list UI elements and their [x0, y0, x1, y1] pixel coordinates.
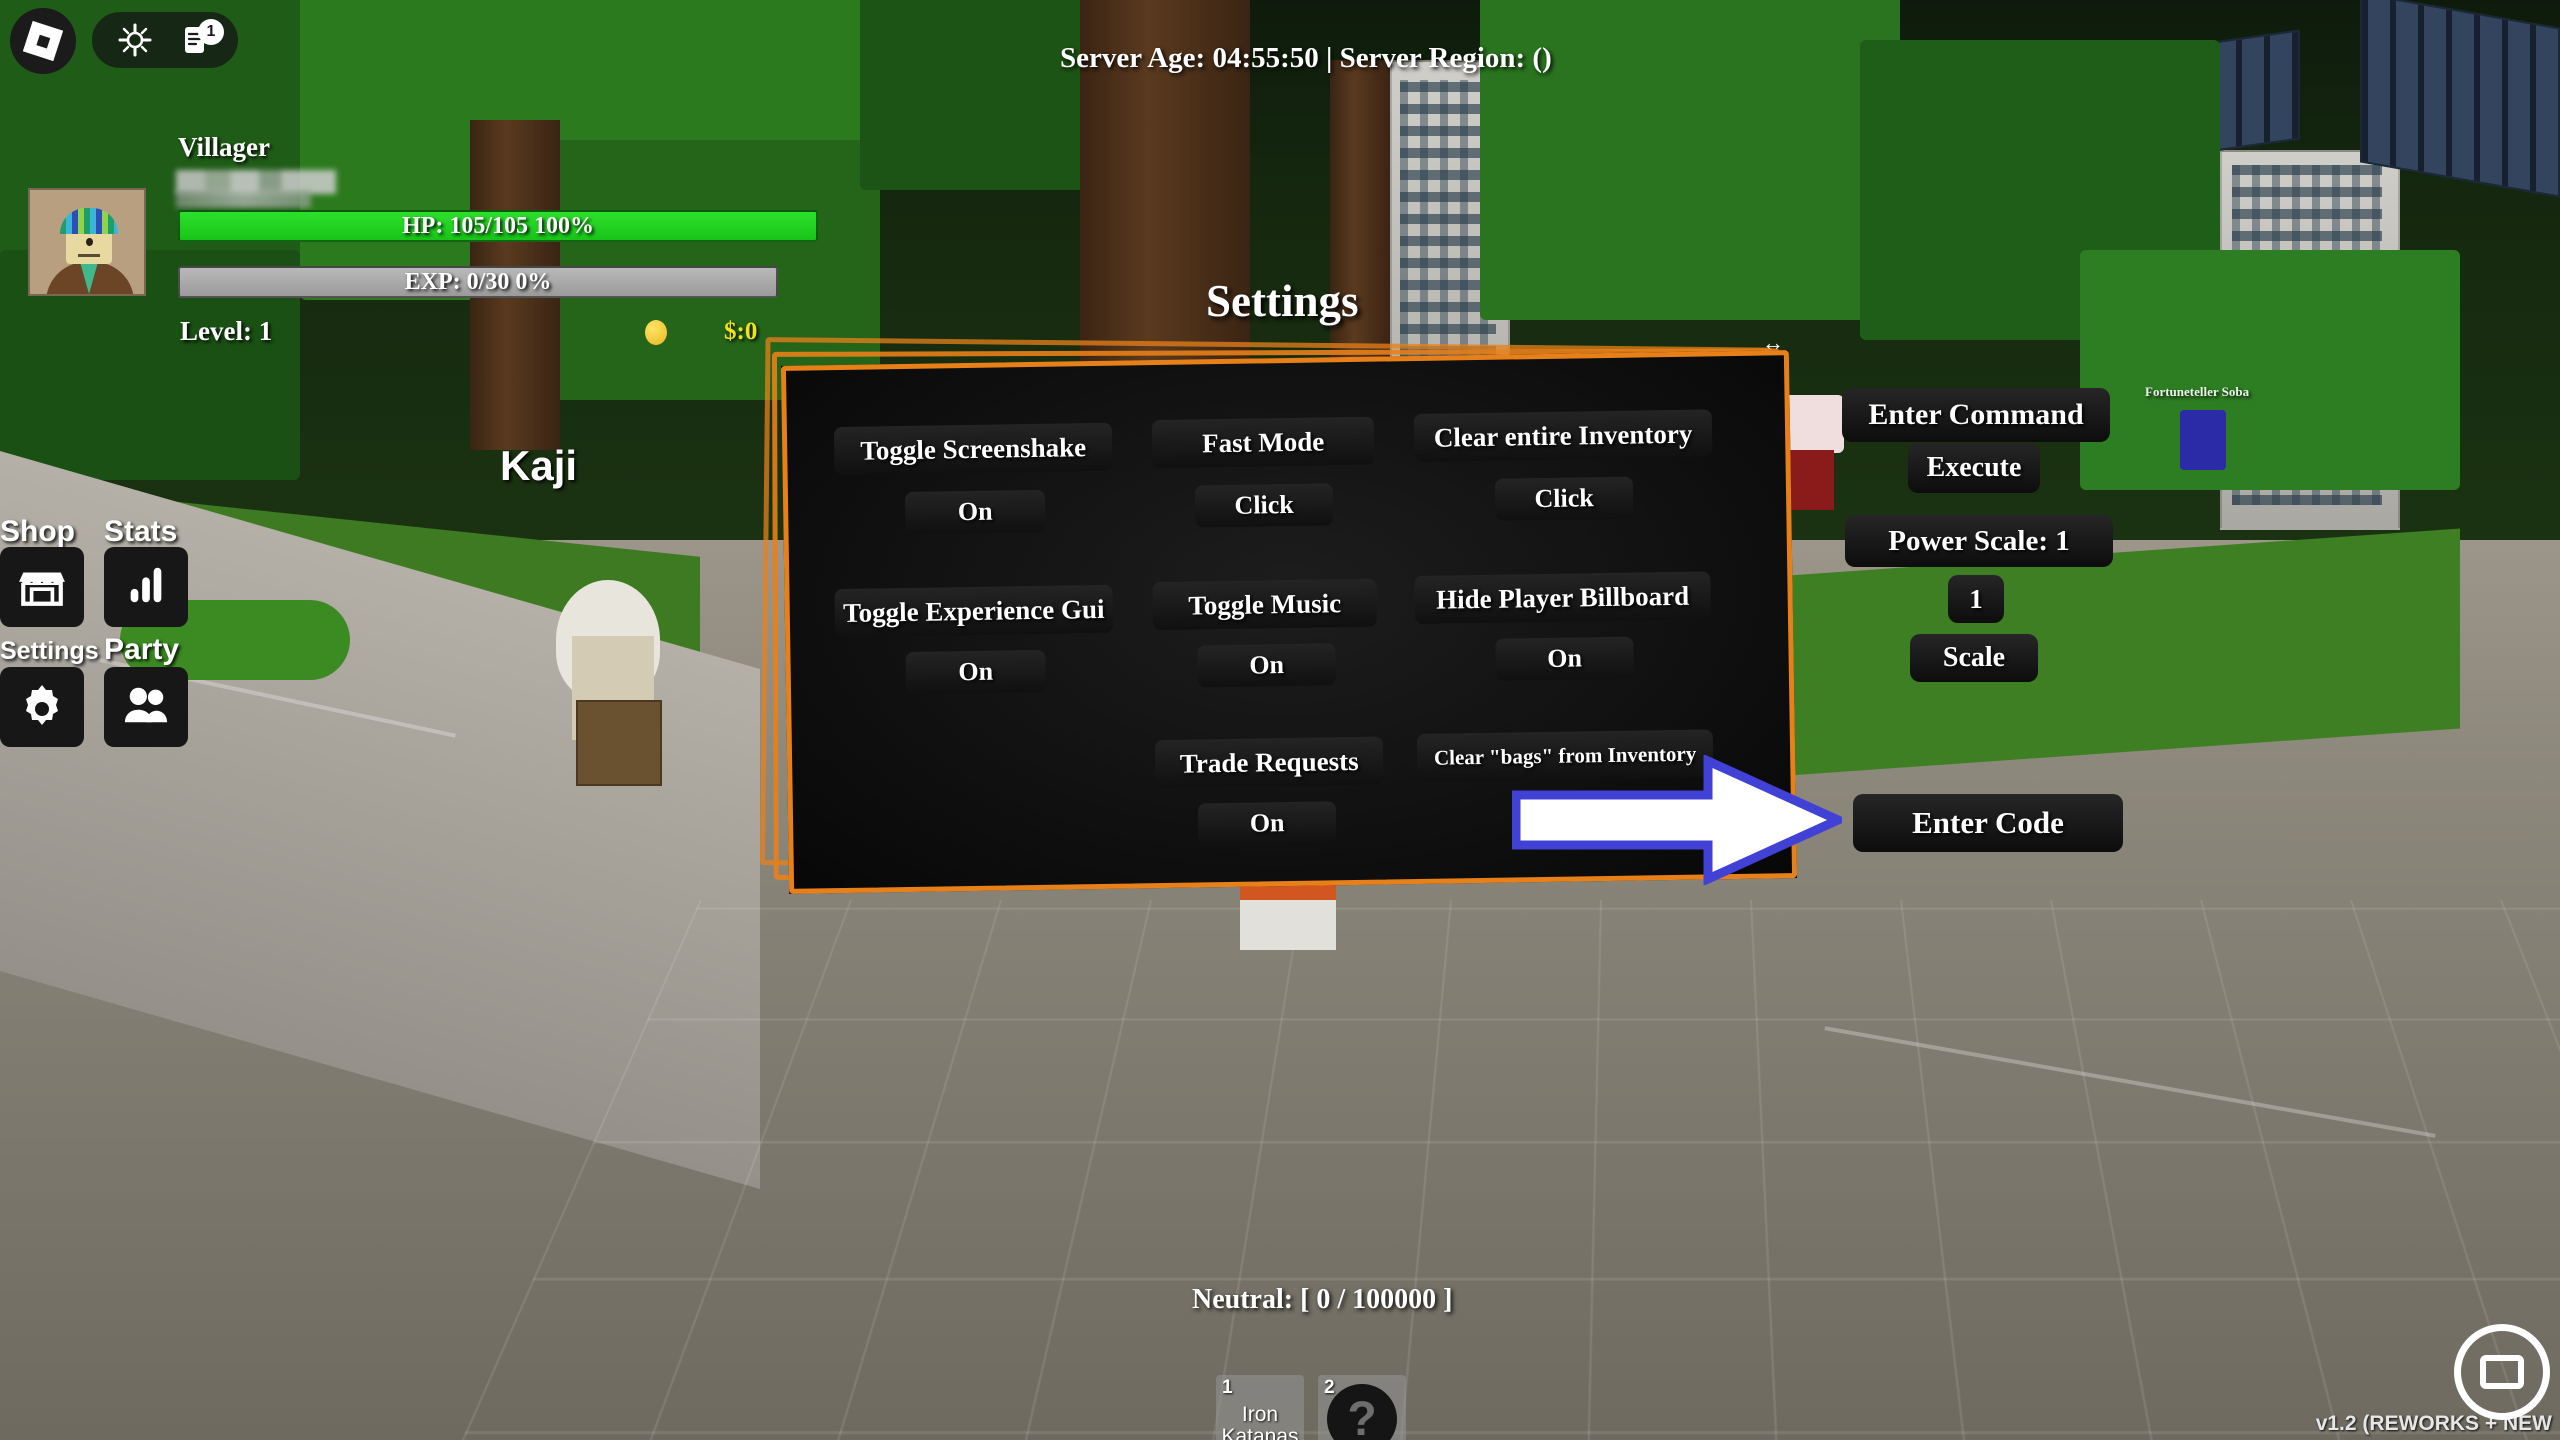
cash-label: $:0	[724, 318, 758, 345]
sidebar-label-shop: Shop	[0, 515, 75, 548]
setting-hide-player-billboard-value[interactable]: On	[1495, 636, 1634, 681]
sidebar-label-party: Party	[104, 633, 180, 666]
setting-fast-mode-value[interactable]: Click	[1194, 483, 1334, 528]
setting-hide-player-billboard-button[interactable]: Hide Player Billboard	[1414, 571, 1712, 625]
hotbar-slot-1-number: 1	[1222, 1377, 1233, 1398]
level-label: Level: 1	[180, 316, 273, 346]
sidebar-item-shop[interactable]	[0, 547, 84, 627]
setting-clear-inventory-value[interactable]: Click	[1494, 476, 1634, 521]
tree-foliage	[2080, 250, 2460, 490]
setting-toggle-screenshake-value[interactable]: On	[904, 489, 1046, 535]
hotbar-slot-2-number: 2	[1324, 1377, 1335, 1398]
hp-bar-label: HP: 105/105 100%	[402, 212, 594, 239]
npc-name-label-far: Fortuneteller Soba	[2145, 384, 2250, 399]
setting-toggle-screenshake-button[interactable]: Toggle Screenshake	[833, 422, 1113, 476]
shop-icon	[17, 560, 67, 615]
hotbar-slot-1[interactable]: 1 Iron Katanas	[1216, 1375, 1304, 1440]
exp-bar: EXP: 0/30 0%	[178, 266, 778, 298]
reputation-status-text: Neutral: [ 0 / 100000 ]	[1192, 1284, 1453, 1315]
setting-toggle-music-value[interactable]: On	[1197, 643, 1336, 688]
sidebar-label-stats: Stats	[104, 515, 178, 548]
resize-cursor-icon: ↔	[1762, 330, 1784, 355]
hotbar-slot-2[interactable]: 2 ?	[1318, 1375, 1406, 1440]
npc-far	[2180, 410, 2226, 470]
exp-bar-label: EXP: 0/30 0%	[404, 268, 552, 295]
setting-toggle-experience-gui-value[interactable]: On	[905, 649, 1047, 695]
capture-icon[interactable]	[118, 23, 152, 57]
notifications-badge: 1	[198, 19, 224, 45]
coin-icon	[645, 320, 667, 345]
page-title: Settings	[1206, 276, 1359, 326]
roblox-logo-button[interactable]	[10, 8, 76, 74]
sidebar-item-stats[interactable]	[104, 547, 188, 627]
power-scale-button[interactable]: Power Scale: 1	[1845, 515, 2113, 567]
right-arrow-annotation	[1511, 754, 1849, 886]
setting-fast-mode-button[interactable]: Fast Mode	[1151, 416, 1375, 469]
setting-trade-requests-value[interactable]: On	[1197, 801, 1337, 846]
enter-command-button[interactable]: Enter Command	[1842, 388, 2110, 442]
npc-name-label: Kaji	[500, 442, 578, 489]
npc-body	[1790, 450, 1834, 510]
power-scale-value[interactable]: 1	[1948, 575, 2004, 623]
sidebar-item-settings[interactable]	[0, 667, 84, 747]
setting-trade-requests-button[interactable]: Trade Requests	[1154, 736, 1384, 789]
hotbar: 1 Iron Katanas 2 ?	[1216, 1375, 1406, 1440]
player-role-label: Villager	[178, 132, 270, 162]
hp-bar: HP: 105/105 100%	[178, 210, 818, 242]
execute-button[interactable]: Execute	[1908, 443, 2040, 493]
avatar	[28, 188, 146, 296]
question-mark-icon: ?	[1327, 1384, 1397, 1440]
setting-toggle-experience-gui-button[interactable]: Toggle Experience Gui	[834, 584, 1114, 638]
bar-chart-icon	[123, 562, 169, 613]
server-info-text: Server Age: 04:55:50 | Server Region: ()	[1060, 42, 1552, 74]
sidebar-item-party[interactable]	[104, 667, 188, 747]
gear-icon	[18, 681, 66, 734]
roblox-logo-icon	[22, 20, 64, 62]
chat-bubble-icon[interactable]	[2454, 1324, 2550, 1420]
roblox-topbar-pills: 1	[92, 12, 238, 68]
sidebar-label-settings: Settings	[0, 637, 99, 665]
username-censored-2	[176, 190, 311, 208]
scale-button[interactable]: Scale	[1910, 634, 2038, 682]
notifications-icon[interactable]: 1	[178, 19, 224, 57]
enter-code-button[interactable]: Enter Code	[1853, 794, 2123, 852]
people-icon	[121, 682, 171, 733]
pavement-tiles	[388, 900, 2560, 1440]
setting-clear-inventory-button[interactable]: Clear entire Inventory	[1413, 409, 1713, 463]
setting-toggle-music-button[interactable]: Toggle Music	[1152, 578, 1378, 631]
